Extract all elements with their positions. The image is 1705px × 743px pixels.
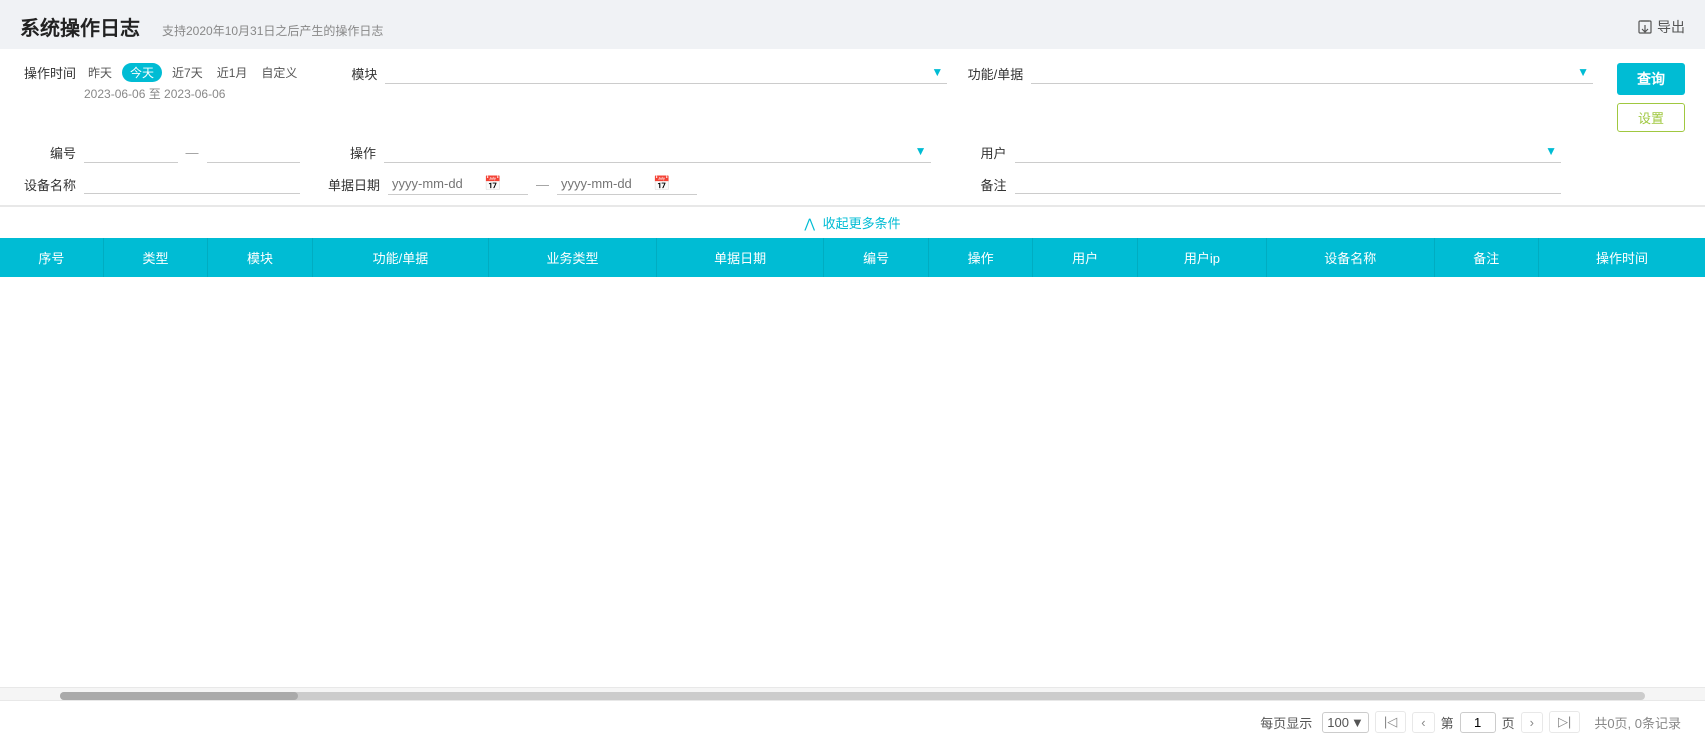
last-page-button[interactable]: ▷| [1549, 711, 1580, 733]
next-page-button[interactable]: › [1521, 712, 1543, 733]
op-select[interactable]: ▼ [384, 142, 931, 163]
page-subtitle: 支持2020年10月31日之后产生的操作日志 [162, 22, 383, 39]
col-doc-date: 单据日期 [656, 238, 824, 277]
col-biz-type: 业务类型 [489, 238, 657, 277]
time-filter: 昨天 今天 近7天 近1月 自定义 2023-06-06 至 2023-06-0… [84, 63, 301, 102]
page-label: 第 [1441, 713, 1454, 732]
data-table: 序号 类型 模块 功能/单据 业务类型 单据日期 编号 操作 用户 用户ip 设… [0, 238, 1705, 277]
per-page-select[interactable]: 100 ▼ [1322, 712, 1369, 733]
table-area: 序号 类型 模块 功能/单据 业务类型 单据日期 编号 操作 用户 用户ip 设… [0, 238, 1705, 687]
device-input[interactable] [84, 174, 300, 194]
op-chevron-icon: ▼ [915, 144, 927, 158]
calendar-end-icon[interactable]: 📅 [653, 175, 670, 192]
page-input[interactable] [1460, 712, 1496, 733]
col-func: 功能/单据 [312, 238, 488, 277]
pagination: 每页显示 100 ▼ |◁ ‹ 第 页 › ▷| 共0页, 0条记录 [0, 701, 1705, 743]
doc-date-end-input[interactable] [561, 176, 651, 191]
doc-date-start-input[interactable] [392, 176, 482, 191]
page-title: 系统操作日志 [20, 12, 140, 41]
table-header-row: 序号 类型 模块 功能/单据 业务类型 单据日期 编号 操作 用户 用户ip 设… [0, 238, 1705, 277]
time-btn-custom[interactable]: 自定义 [257, 63, 301, 82]
page-unit: 页 [1502, 713, 1515, 732]
col-remark: 备注 [1434, 238, 1538, 277]
user-chevron-icon: ▼ [1545, 144, 1557, 158]
col-type: 类型 [103, 238, 207, 277]
col-code: 编号 [824, 238, 928, 277]
col-op-time: 操作时间 [1539, 238, 1705, 277]
doc-date-end-wrap: 📅 [557, 173, 697, 195]
time-btn-7days[interactable]: 近7天 [168, 63, 207, 82]
filter-area: 操作时间 昨天 今天 近7天 近1月 自定义 2023-06-06 至 2023… [0, 49, 1705, 206]
col-op: 操作 [928, 238, 1032, 277]
export-button[interactable]: 导出 [1637, 17, 1685, 37]
user-label: 用户 [951, 143, 1007, 162]
col-user: 用户 [1033, 238, 1137, 277]
col-module: 模块 [208, 238, 312, 277]
func-select[interactable]: ▼ [1031, 63, 1593, 84]
col-device: 设备名称 [1266, 238, 1434, 277]
scrollbar-track [60, 692, 1645, 700]
op-label: 操作 [320, 143, 376, 162]
func-chevron-icon: ▼ [1577, 65, 1589, 79]
time-btn-yesterday[interactable]: 昨天 [84, 63, 116, 82]
module-chevron-icon: ▼ [931, 65, 943, 79]
col-index: 序号 [0, 238, 103, 277]
empty-area [0, 277, 1705, 627]
time-btn-today[interactable]: 今天 [122, 63, 162, 82]
time-label: 操作时间 [20, 63, 76, 82]
remark-label: 备注 [951, 175, 1007, 194]
export-icon [1637, 19, 1653, 35]
doc-date-label: 单据日期 [320, 175, 380, 194]
query-button[interactable]: 查询 [1617, 63, 1685, 95]
code-label: 编号 [20, 143, 76, 162]
code-input-start[interactable] [84, 143, 178, 163]
func-label: 功能/单据 [967, 64, 1023, 83]
device-label: 设备名称 [20, 175, 76, 194]
module-select[interactable]: ▼ [385, 63, 947, 84]
first-page-button[interactable]: |◁ [1375, 711, 1406, 733]
remark-input[interactable] [1015, 174, 1562, 194]
scrollbar-area[interactable] [0, 687, 1705, 701]
module-label: 模块 [321, 64, 377, 83]
export-label: 导出 [1657, 17, 1685, 37]
scrollbar-thumb[interactable] [60, 692, 298, 700]
calendar-start-icon[interactable]: 📅 [484, 175, 501, 192]
time-range: 2023-06-06 至 2023-06-06 [84, 85, 301, 102]
code-input-end[interactable] [207, 143, 301, 163]
settings-button[interactable]: 设置 [1617, 103, 1685, 132]
prev-page-button[interactable]: ‹ [1412, 712, 1434, 733]
collapse-icon: ⋀ [804, 216, 815, 231]
per-page-label: 每页显示 [1260, 713, 1312, 732]
per-page-value: 100 [1327, 715, 1349, 730]
doc-date-start-wrap: 📅 [388, 173, 528, 195]
per-page-chevron-icon: ▼ [1351, 715, 1364, 730]
collapse-label: 收起更多条件 [823, 216, 901, 231]
user-select[interactable]: ▼ [1015, 142, 1562, 163]
total-info: 共0页, 0条记录 [1594, 713, 1681, 732]
time-btn-1month[interactable]: 近1月 [213, 63, 252, 82]
col-user-ip: 用户ip [1137, 238, 1266, 277]
collapse-bar[interactable]: ⋀ 收起更多条件 [0, 206, 1705, 238]
